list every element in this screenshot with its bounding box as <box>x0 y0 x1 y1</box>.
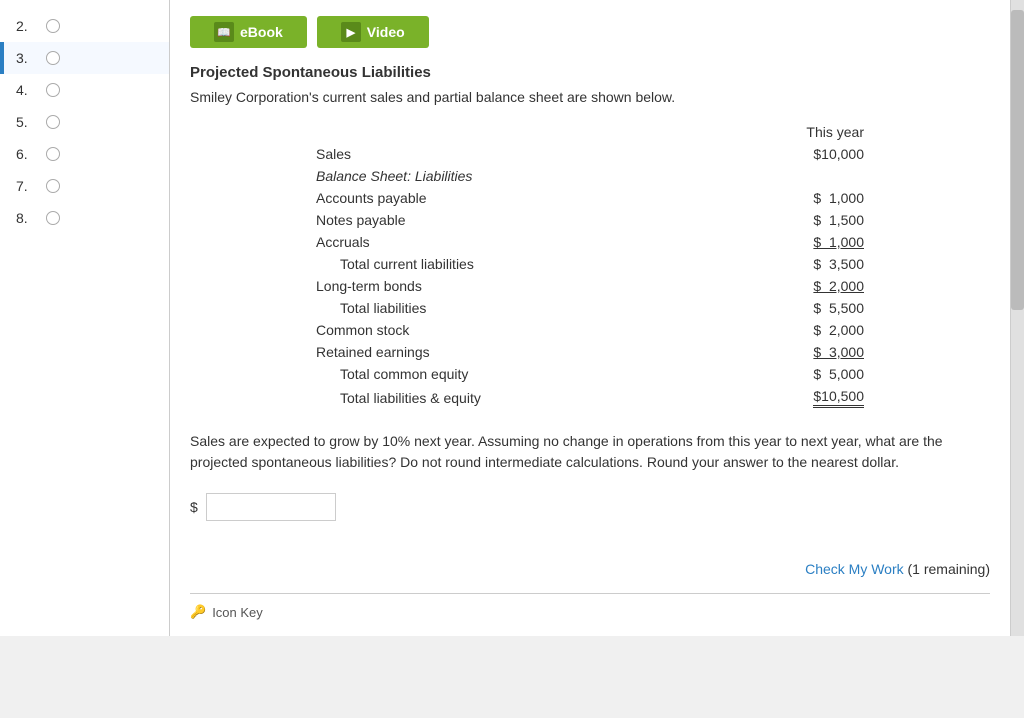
sidebar-item-5-label: 5. <box>16 114 36 130</box>
table-row: Total liabilities & equity $10,500 <box>310 385 870 411</box>
remaining-text: (1 remaining) <box>908 561 990 577</box>
content-title: Projected Spontaneous Liabilities <box>190 64 990 81</box>
row-value-retained-earnings: $ 3,000 <box>724 341 870 363</box>
table-row: Common stock $ 2,000 <box>310 319 870 341</box>
row-label-common-stock: Common stock <box>310 319 724 341</box>
row-value-sales: $10,000 <box>724 143 870 165</box>
icon-key-row: 🔑 Icon Key <box>190 593 990 620</box>
ebook-button[interactable]: 📖 eBook <box>190 16 307 48</box>
answer-input[interactable] <box>206 493 336 521</box>
row-value-total-liabilities: $ 5,500 <box>724 297 870 319</box>
sidebar-item-4-radio[interactable] <box>46 83 60 97</box>
sidebar-item-5[interactable]: 5. <box>0 106 169 138</box>
table-row: Long-term bonds $ 2,000 <box>310 275 870 297</box>
table-row: Retained earnings $ 3,000 <box>310 341 870 363</box>
row-label-notes-payable: Notes payable <box>310 209 724 231</box>
row-label-accruals: Accruals <box>310 231 724 253</box>
scrollbar-track[interactable] <box>1010 0 1024 636</box>
row-value-notes-payable: $ 1,500 <box>724 209 870 231</box>
table-row: Total current liabilities $ 3,500 <box>310 253 870 275</box>
icon-key-label: Icon Key <box>212 605 263 620</box>
row-value-total-current: $ 3,500 <box>724 253 870 275</box>
description: Sales are expected to grow by 10% next y… <box>190 431 990 473</box>
ebook-icon: 📖 <box>214 22 234 42</box>
sidebar-item-3[interactable]: 3. <box>0 42 169 74</box>
table-row: Balance Sheet: Liabilities <box>310 165 870 187</box>
sidebar-item-6[interactable]: 6. <box>0 138 169 170</box>
sidebar: 2. 3. 4. 5. 6. 7. 8. <box>0 0 170 636</box>
table-row: Notes payable $ 1,500 <box>310 209 870 231</box>
check-work-row: Check My Work (1 remaining) <box>190 561 990 577</box>
sidebar-item-5-radio[interactable] <box>46 115 60 129</box>
row-label-longterm-bonds: Long-term bonds <box>310 275 724 297</box>
sidebar-item-2-radio[interactable] <box>46 19 60 33</box>
row-label-bs-liabilities: Balance Sheet: Liabilities <box>310 165 724 187</box>
table-row: Accounts payable $ 1,000 <box>310 187 870 209</box>
table-row: Sales $10,000 <box>310 143 870 165</box>
sidebar-item-6-radio[interactable] <box>46 147 60 161</box>
financial-table: This year Sales $10,000 Balance Sheet: L… <box>310 121 870 411</box>
scrollbar-thumb[interactable] <box>1011 10 1024 310</box>
row-value-accruals: $ 1,000 <box>724 231 870 253</box>
row-value-longterm-bonds: $ 2,000 <box>724 275 870 297</box>
sidebar-item-2[interactable]: 2. <box>0 10 169 42</box>
row-label-accounts-payable: Accounts payable <box>310 187 724 209</box>
row-value-common-stock: $ 2,000 <box>724 319 870 341</box>
row-value-bs-liabilities <box>724 165 870 187</box>
row-value-total-liabilities-equity: $10,500 <box>724 385 870 411</box>
sidebar-item-8-radio[interactable] <box>46 211 60 225</box>
content-intro: Smiley Corporation's current sales and p… <box>190 89 990 105</box>
sidebar-item-8[interactable]: 8. <box>0 202 169 234</box>
video-icon: ▶ <box>341 22 361 42</box>
sidebar-item-3-radio[interactable] <box>46 51 60 65</box>
check-my-work-link[interactable]: Check My Work <box>805 561 904 577</box>
row-label-retained-earnings: Retained earnings <box>310 341 724 363</box>
sidebar-item-3-label: 3. <box>16 50 36 66</box>
toolbar: 📖 eBook ▶ Video <box>190 16 990 48</box>
row-label-sales: Sales <box>310 143 724 165</box>
row-label-total-equity: Total common equity <box>310 363 724 385</box>
ebook-label: eBook <box>240 24 283 40</box>
table-header: This year <box>724 121 870 143</box>
sidebar-item-7-label: 7. <box>16 178 36 194</box>
sidebar-item-7-radio[interactable] <box>46 179 60 193</box>
video-label: Video <box>367 24 405 40</box>
sidebar-item-6-label: 6. <box>16 146 36 162</box>
table-row: Accruals $ 1,000 <box>310 231 870 253</box>
sidebar-item-7[interactable]: 7. <box>0 170 169 202</box>
row-value-accounts-payable: $ 1,000 <box>724 187 870 209</box>
video-button[interactable]: ▶ Video <box>317 16 429 48</box>
sidebar-item-4[interactable]: 4. <box>0 74 169 106</box>
table-row: Total common equity $ 5,000 <box>310 363 870 385</box>
row-label-total-liabilities-equity: Total liabilities & equity <box>310 385 724 411</box>
table-row: Total liabilities $ 5,500 <box>310 297 870 319</box>
main-content: 📖 eBook ▶ Video Projected Spontaneous Li… <box>170 0 1010 636</box>
row-value-total-equity: $ 5,000 <box>724 363 870 385</box>
dollar-sign: $ <box>190 499 198 515</box>
sidebar-item-2-label: 2. <box>16 18 36 34</box>
sidebar-item-8-label: 8. <box>16 210 36 226</box>
row-label-total-liabilities: Total liabilities <box>310 297 724 319</box>
answer-area: $ <box>190 493 990 521</box>
row-label-total-current: Total current liabilities <box>310 253 724 275</box>
sidebar-item-4-label: 4. <box>16 82 36 98</box>
key-icon: 🔑 <box>190 604 206 620</box>
